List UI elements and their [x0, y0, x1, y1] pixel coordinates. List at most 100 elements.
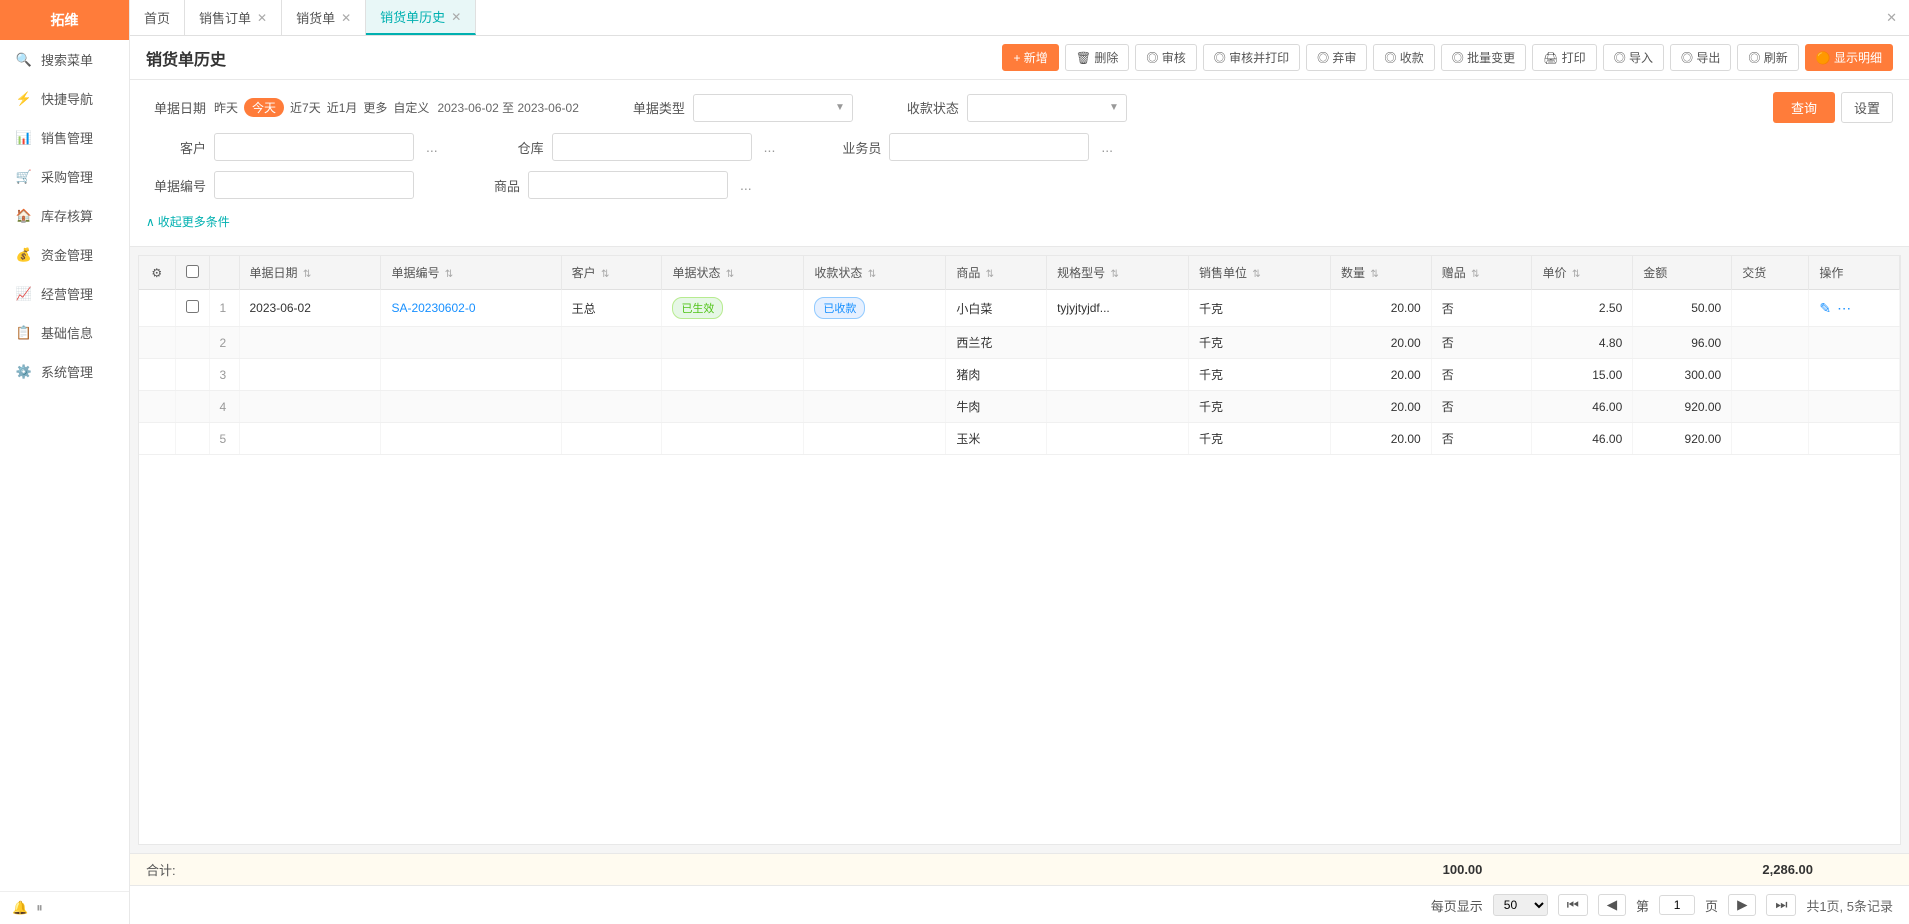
sidebar-item-ops-mgmt[interactable]: 📈 经营管理	[0, 274, 129, 313]
purchase-mgmt-icon: 🛒	[15, 168, 33, 186]
pay-status-column-header[interactable]: 收款状态 ⇅	[804, 256, 946, 290]
next-page-button[interactable]: ▶	[1728, 894, 1756, 916]
notification-icon[interactable]: 🔔	[12, 900, 28, 916]
spec-cell	[1047, 359, 1189, 391]
qty-column-header[interactable]: 数量 ⇅	[1330, 256, 1431, 290]
finance-mgmt-icon: 💰	[15, 246, 33, 264]
doc-status-column-header[interactable]: 单据状态 ⇅	[662, 256, 804, 290]
action-icons: ✎ ⋯	[1819, 300, 1889, 317]
goods-dots[interactable]: ...	[740, 177, 752, 193]
collapse-button[interactable]: ∧ 收起更多条件	[146, 209, 1893, 234]
doc-no-link[interactable]: SA-20230602-0	[391, 301, 475, 315]
collect-button[interactable]: ◎ 收款	[1373, 44, 1434, 71]
export-button[interactable]: ◎ 导出	[1670, 44, 1731, 71]
shortcut-7days[interactable]: 近7天	[290, 99, 321, 116]
doc-date-cell: 2023-06-02	[239, 290, 381, 327]
goods-input[interactable]	[528, 171, 728, 199]
tab-sales-order[interactable]: 销售订单 ✕	[185, 0, 282, 35]
tab-sales-delivery-close[interactable]: ✕	[341, 11, 351, 25]
sidebar-item-label: 搜索菜单	[41, 50, 93, 69]
docno-input[interactable]	[214, 171, 414, 199]
add-button[interactable]: + 新增	[1002, 44, 1058, 71]
shortcut-custom[interactable]: 自定义	[393, 99, 429, 116]
unit-cell: 千克	[1189, 327, 1331, 359]
print-button[interactable]: 🖨 打印	[1532, 44, 1597, 71]
setting-button[interactable]: 设置	[1841, 92, 1893, 123]
salesperson-dots[interactable]: ...	[1101, 139, 1113, 155]
per-page-select[interactable]: 50 100	[1493, 894, 1548, 916]
tab-sales-order-close[interactable]: ✕	[257, 11, 267, 25]
sidebar-item-finance-mgmt[interactable]: 💰 资金管理	[0, 235, 129, 274]
last-page-button[interactable]: ⏭	[1766, 894, 1796, 916]
tab-sales-delivery[interactable]: 销货单 ✕	[282, 0, 366, 35]
prev-page-button[interactable]: ◀	[1598, 894, 1626, 916]
doc-no-column-header[interactable]: 单据编号 ⇅	[381, 256, 561, 290]
sidebar-item-search-menu[interactable]: 🔍 搜索菜单	[0, 40, 129, 79]
tab-close-all[interactable]: ✕	[1886, 10, 1909, 26]
tab-sales-history-label: 销货单历史	[380, 7, 445, 26]
doctype-select[interactable]	[693, 94, 853, 122]
more-icon[interactable]: ⋯	[1837, 300, 1851, 317]
customer-dots[interactable]: ...	[426, 139, 438, 155]
tab-bar: 首页 销售订单 ✕ 销货单 ✕ 销货单历史 ✕ ✕	[130, 0, 1909, 36]
sidebar-item-purchase-mgmt[interactable]: 🛒 采购管理	[0, 157, 129, 196]
sidebar-item-sys-mgmt[interactable]: ⚙️ 系统管理	[0, 352, 129, 391]
tab-sales-history[interactable]: 销货单历史 ✕	[366, 0, 476, 35]
sidebar-item-sales-mgmt[interactable]: 📊 销售管理	[0, 118, 129, 157]
goods-column-header[interactable]: 商品 ⇅	[946, 256, 1047, 290]
edit-icon[interactable]: ✎	[1819, 300, 1831, 317]
row-checkbox[interactable]	[186, 300, 199, 313]
tab-sales-history-close[interactable]: ✕	[451, 10, 461, 24]
audit-button[interactable]: ◎ 审核	[1135, 44, 1196, 71]
show-details-button[interactable]: 🟠 显示明细	[1805, 44, 1893, 71]
shortcut-1month[interactable]: 近1月	[327, 99, 358, 116]
action-cell	[1809, 391, 1900, 423]
doc-date-column-header[interactable]: 单据日期 ⇅	[239, 256, 381, 290]
filter-row-3: 单据编号 商品 ...	[146, 171, 1893, 199]
doc-status-cell	[662, 391, 804, 423]
transaction-cell	[1732, 359, 1809, 391]
spec-cell	[1047, 327, 1189, 359]
spec-column-header[interactable]: 规格型号 ⇅	[1047, 256, 1189, 290]
table-row: 3 猪肉 千克 20.00 否 15.00 300.00	[139, 359, 1900, 391]
customer-column-header[interactable]: 客户 ⇅	[561, 256, 662, 290]
query-button[interactable]: 查询	[1773, 92, 1835, 123]
sidebar-item-inventory[interactable]: 🏠 库存核算	[0, 196, 129, 235]
sales-mgmt-icon: 📊	[15, 129, 33, 147]
unit-column-header[interactable]: 销售单位 ⇅	[1189, 256, 1331, 290]
pay-status-cell	[804, 327, 946, 359]
delete-button[interactable]: 🗑 删除	[1065, 44, 1130, 71]
tab-home[interactable]: 首页	[130, 0, 185, 35]
doc-status-cell	[662, 423, 804, 455]
select-all-checkbox[interactable]	[186, 265, 199, 278]
warehouse-dots[interactable]: ...	[764, 139, 776, 155]
pause-icon[interactable]: ⏸	[36, 900, 43, 916]
docno-label: 单据编号	[146, 176, 206, 195]
shortcut-today[interactable]: 今天	[244, 98, 284, 117]
abandon-button[interactable]: ◎ 弃审	[1306, 44, 1367, 71]
doc-status-sort-icon: ⇅	[726, 269, 734, 280]
sidebar-item-quick-nav[interactable]: ⚡ 快捷导航	[0, 79, 129, 118]
import-button[interactable]: ◎ 导入	[1603, 44, 1664, 71]
unit-price-column-header[interactable]: 单价 ⇅	[1532, 256, 1633, 290]
gift-column-header[interactable]: 赠品 ⇅	[1431, 256, 1532, 290]
audit-print-button[interactable]: ◎ 审核并打印	[1203, 44, 1300, 71]
customer-input[interactable]	[214, 133, 414, 161]
warehouse-input[interactable]	[552, 133, 752, 161]
refresh-button[interactable]: ◎ 刷新	[1737, 44, 1798, 71]
shortcut-yesterday[interactable]: 昨天	[214, 99, 238, 116]
batch-change-button[interactable]: ◎ 批量变更	[1441, 44, 1526, 71]
date-label: 单据日期	[146, 98, 206, 117]
amount-column-header: 金额	[1633, 256, 1732, 290]
sidebar-item-basic-info[interactable]: 📋 基础信息	[0, 313, 129, 352]
paystatus-select[interactable]	[967, 94, 1127, 122]
page-title: 销货单历史	[146, 46, 226, 70]
gift-cell: 否	[1431, 327, 1532, 359]
first-page-button[interactable]: ⏮	[1558, 894, 1588, 916]
gear-column-header[interactable]: ⚙	[139, 256, 175, 290]
salesperson-input[interactable]	[889, 133, 1089, 161]
amount-cell: 50.00	[1633, 290, 1732, 327]
shortcut-more[interactable]: 更多	[363, 99, 387, 116]
transaction-column-header: 交货	[1732, 256, 1809, 290]
page-number-input[interactable]: 1	[1659, 895, 1695, 915]
